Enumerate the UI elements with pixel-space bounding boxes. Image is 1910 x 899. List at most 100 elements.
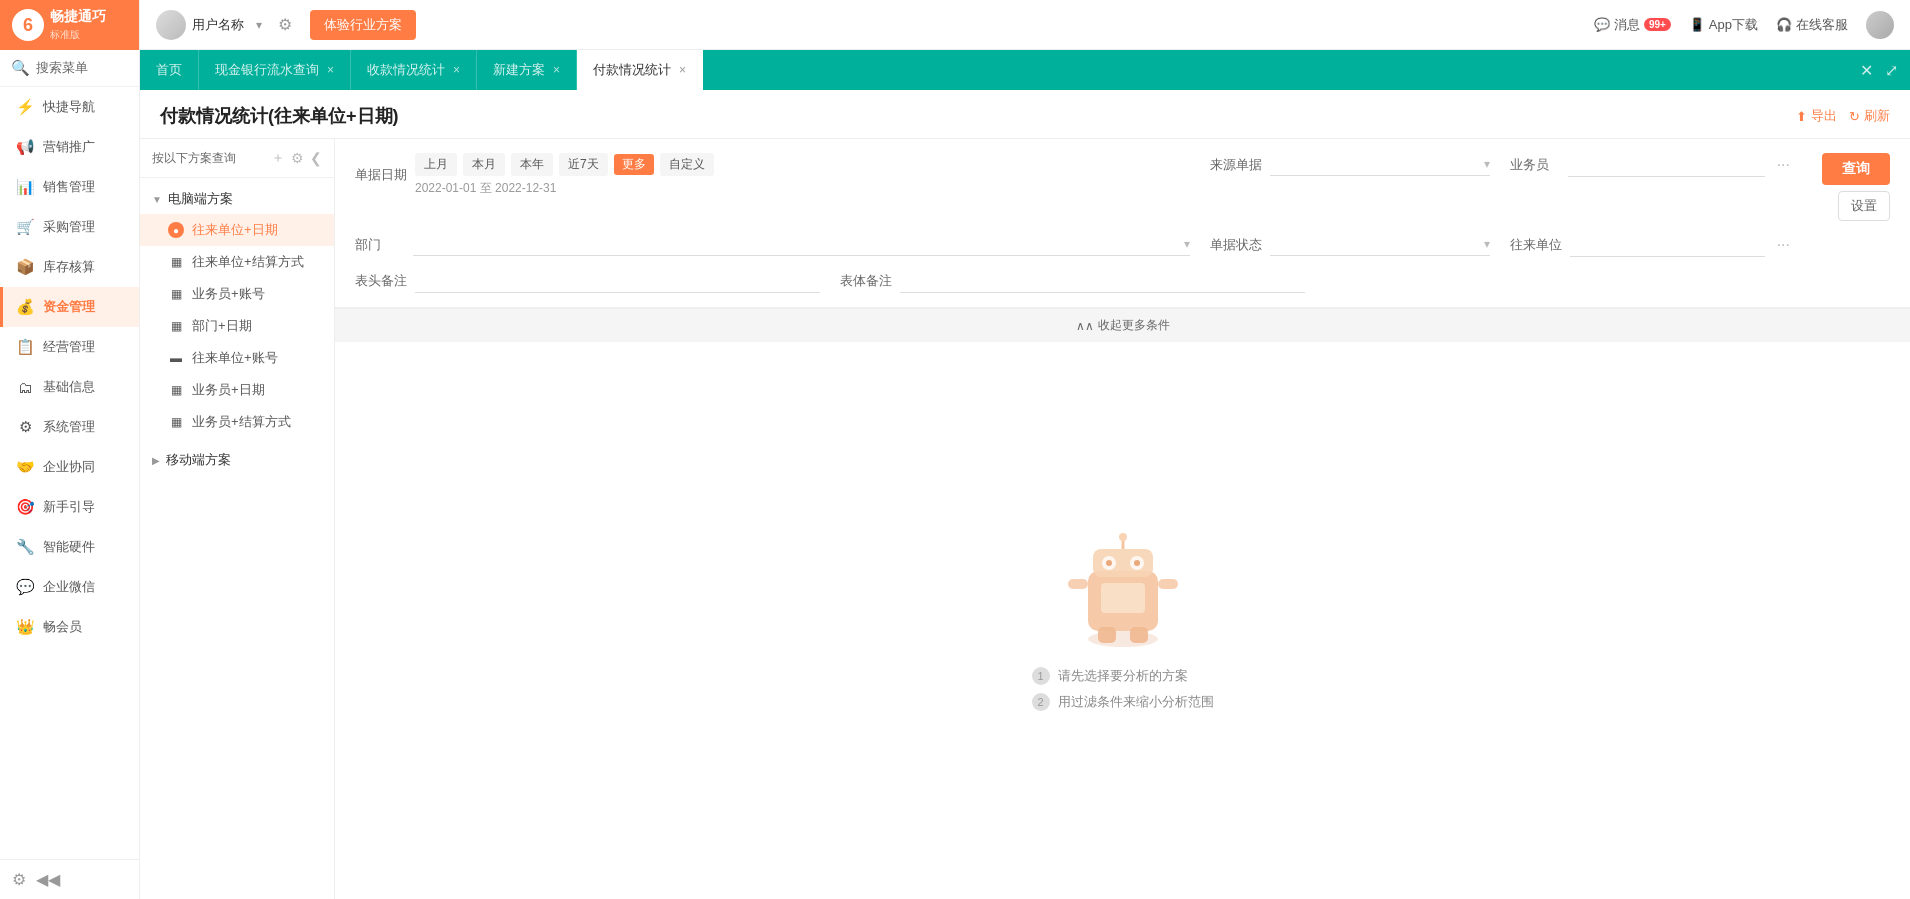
filter-staff: 业务员 ··· bbox=[1510, 153, 1790, 177]
scheme-dept-date[interactable]: ▦ 部门+日期 bbox=[140, 310, 334, 342]
purchase-icon: 🛒 bbox=[15, 217, 35, 237]
settings-bottom-icon[interactable]: ⚙ bbox=[12, 870, 26, 889]
sidebar-item-sales[interactable]: 📊 销售管理 bbox=[0, 167, 139, 207]
filter-source: 来源单据 ▾ bbox=[1210, 153, 1490, 176]
tab-payment-stats-close[interactable]: × bbox=[679, 63, 686, 77]
tab-home[interactable]: 首页 bbox=[140, 50, 199, 90]
scheme-unit-date-label: 往来单位+日期 bbox=[192, 221, 278, 239]
mobile-section-title: 移动端方案 bbox=[166, 451, 231, 469]
sidebar-item-marketing[interactable]: 📢 营销推广 bbox=[0, 127, 139, 167]
svg-rect-11 bbox=[1098, 627, 1116, 643]
scheme-unit-date[interactable]: ● 往来单位+日期 bbox=[140, 214, 334, 246]
purchase-label: 采购管理 bbox=[43, 218, 95, 236]
tab-new-scheme[interactable]: 新建方案 × bbox=[477, 50, 577, 90]
filter-date: 单据日期 上月 本月 本年 近7天 更多 自定义 20 bbox=[355, 153, 1190, 197]
online-service-btn[interactable]: 🎧 在线客服 bbox=[1776, 16, 1848, 34]
dept-label: 部门 bbox=[355, 236, 405, 254]
collapse-more-btn[interactable]: ∧∧ 收起更多条件 bbox=[1076, 317, 1170, 334]
desktop-section-header[interactable]: ▼ 电脑端方案 bbox=[140, 184, 334, 214]
scheme-staff-date-icon: ▦ bbox=[168, 382, 184, 398]
message-icon: 💬 bbox=[1594, 17, 1610, 32]
header-note-input[interactable] bbox=[415, 269, 820, 293]
sidebar-item-cooperation[interactable]: 🤝 企业协同 bbox=[0, 447, 139, 487]
partner-input[interactable] bbox=[1570, 233, 1765, 257]
source-label: 来源单据 bbox=[1210, 156, 1262, 174]
sidebar-item-operations[interactable]: 📋 经营管理 bbox=[0, 327, 139, 367]
app-download-label: App下载 bbox=[1709, 16, 1758, 34]
app-download-btn[interactable]: 📱 App下载 bbox=[1689, 16, 1758, 34]
search-menu-label: 搜索菜单 bbox=[36, 59, 88, 77]
app-edition: 标准版 bbox=[50, 28, 106, 42]
profile-dropdown-arrow[interactable]: ▾ bbox=[256, 18, 262, 32]
date-label: 单据日期 bbox=[355, 166, 407, 184]
refresh-btn[interactable]: ↻ 刷新 bbox=[1849, 107, 1890, 125]
scheme-staff-account[interactable]: ▦ 业务员+账号 bbox=[140, 278, 334, 310]
add-scheme-icon[interactable]: ＋ bbox=[271, 149, 285, 167]
mobile-toggle-icon: ▶ bbox=[152, 455, 160, 466]
svg-point-8 bbox=[1119, 533, 1127, 541]
partner-dots-icon[interactable]: ··· bbox=[1777, 236, 1790, 254]
settings-icon[interactable]: ⚙ bbox=[278, 15, 292, 34]
filter-row-1: 单据日期 上月 本月 本年 近7天 更多 自定义 20 bbox=[355, 153, 1890, 221]
body-note-input[interactable] bbox=[900, 269, 1305, 293]
hint-num-2: 2 bbox=[1032, 693, 1050, 711]
svg-rect-12 bbox=[1130, 627, 1148, 643]
export-btn[interactable]: ⬆ 导出 bbox=[1796, 107, 1837, 125]
date-custom[interactable]: 自定义 bbox=[660, 153, 714, 176]
source-select[interactable]: ▾ bbox=[1270, 153, 1490, 176]
try-industry-btn[interactable]: 体验行业方案 bbox=[310, 10, 416, 40]
filter-header-note: 表头备注 bbox=[355, 269, 820, 293]
date-more[interactable]: 更多 bbox=[614, 154, 654, 175]
app-name: 畅捷通巧 bbox=[50, 8, 106, 26]
scheme-staff-settlement[interactable]: ▦ 业务员+结算方式 bbox=[140, 406, 334, 438]
tab-cash-flow-close[interactable]: × bbox=[327, 63, 334, 77]
hint-text-1: 请先选择要分析的方案 bbox=[1058, 667, 1188, 685]
mobile-section-header[interactable]: ▶ 移动端方案 bbox=[140, 444, 334, 476]
staff-input[interactable] bbox=[1568, 153, 1765, 177]
sidebar-item-quick-nav[interactable]: ⚡ 快捷导航 bbox=[0, 87, 139, 127]
sidebar-item-wechat[interactable]: 💬 企业微信 bbox=[0, 567, 139, 607]
left-panel: 按以下方案查询 ＋ ⚙ ❮ ▼ 电脑端方案 ● 往来单位+日期 bbox=[140, 139, 335, 899]
tab-receipt-stats-close[interactable]: × bbox=[453, 63, 460, 77]
sidebar-item-finance[interactable]: 💰 资金管理 bbox=[0, 287, 139, 327]
doc-status-select[interactable]: ▾ bbox=[1270, 233, 1490, 256]
dept-select[interactable]: ▾ bbox=[413, 233, 1190, 256]
scheme-unit-account[interactable]: ▬ 往来单位+账号 bbox=[140, 342, 334, 374]
filter-settings-btn[interactable]: 设置 bbox=[1838, 191, 1890, 221]
sidebar-item-member[interactable]: 👑 畅会员 bbox=[0, 607, 139, 647]
finance-label: 资金管理 bbox=[43, 298, 95, 316]
sidebar-item-system[interactable]: ⚙ 系统管理 bbox=[0, 407, 139, 447]
sidebar-item-inventory[interactable]: 📦 库存核算 bbox=[0, 247, 139, 287]
tab-maximize-icon[interactable]: ⤢ bbox=[1885, 61, 1898, 80]
profile-section[interactable]: 用户名称 bbox=[156, 10, 244, 40]
date-this-year[interactable]: 本年 bbox=[511, 153, 553, 176]
search-menu-item[interactable]: 🔍 搜索菜单 bbox=[0, 50, 139, 87]
user-avatar[interactable] bbox=[1866, 11, 1894, 39]
collapse-left-panel-icon[interactable]: ❮ bbox=[310, 150, 322, 166]
tab-payment-stats[interactable]: 付款情况统计 × bbox=[577, 50, 703, 90]
sidebar-item-hardware[interactable]: 🔧 智能硬件 bbox=[0, 527, 139, 567]
page-header-actions: ⬆ 导出 ↻ 刷新 bbox=[1796, 107, 1890, 125]
marketing-icon: 📢 bbox=[15, 137, 35, 157]
tab-cash-flow[interactable]: 现金银行流水查询 × bbox=[199, 50, 351, 90]
tab-close-all-icon[interactable]: ✕ bbox=[1860, 61, 1873, 80]
staff-dots-icon[interactable]: ··· bbox=[1777, 156, 1790, 174]
date-7days[interactable]: 近7天 bbox=[559, 153, 608, 176]
sidebar-item-basic-info[interactable]: 🗂 基础信息 bbox=[0, 367, 139, 407]
date-this-month[interactable]: 本月 bbox=[463, 153, 505, 176]
scheme-settings-icon[interactable]: ⚙ bbox=[291, 150, 304, 166]
guide-label: 新手引导 bbox=[43, 498, 95, 516]
scheme-staff-date[interactable]: ▦ 业务员+日期 bbox=[140, 374, 334, 406]
tab-new-scheme-close[interactable]: × bbox=[553, 63, 560, 77]
scheme-unit-settlement[interactable]: ▦ 往来单位+结算方式 bbox=[140, 246, 334, 278]
messages-btn[interactable]: 💬 消息 99+ bbox=[1594, 16, 1671, 34]
finance-icon: 💰 bbox=[15, 297, 35, 317]
date-last-month[interactable]: 上月 bbox=[415, 153, 457, 176]
sidebar: 6 畅捷通巧 标准版 🔍 搜索菜单 ⚡ 快捷导航 📢 营销推广 📊 销售管理 🛒… bbox=[0, 0, 140, 899]
empty-hint-1: 1 请先选择要分析的方案 bbox=[1032, 667, 1214, 685]
tab-receipt-stats[interactable]: 收款情况统计 × bbox=[351, 50, 477, 90]
collapse-sidebar-icon[interactable]: ◀◀ bbox=[36, 870, 60, 889]
query-btn[interactable]: 查询 bbox=[1822, 153, 1890, 185]
sidebar-item-guide[interactable]: 🎯 新手引导 bbox=[0, 487, 139, 527]
sidebar-item-purchase[interactable]: 🛒 采购管理 bbox=[0, 207, 139, 247]
